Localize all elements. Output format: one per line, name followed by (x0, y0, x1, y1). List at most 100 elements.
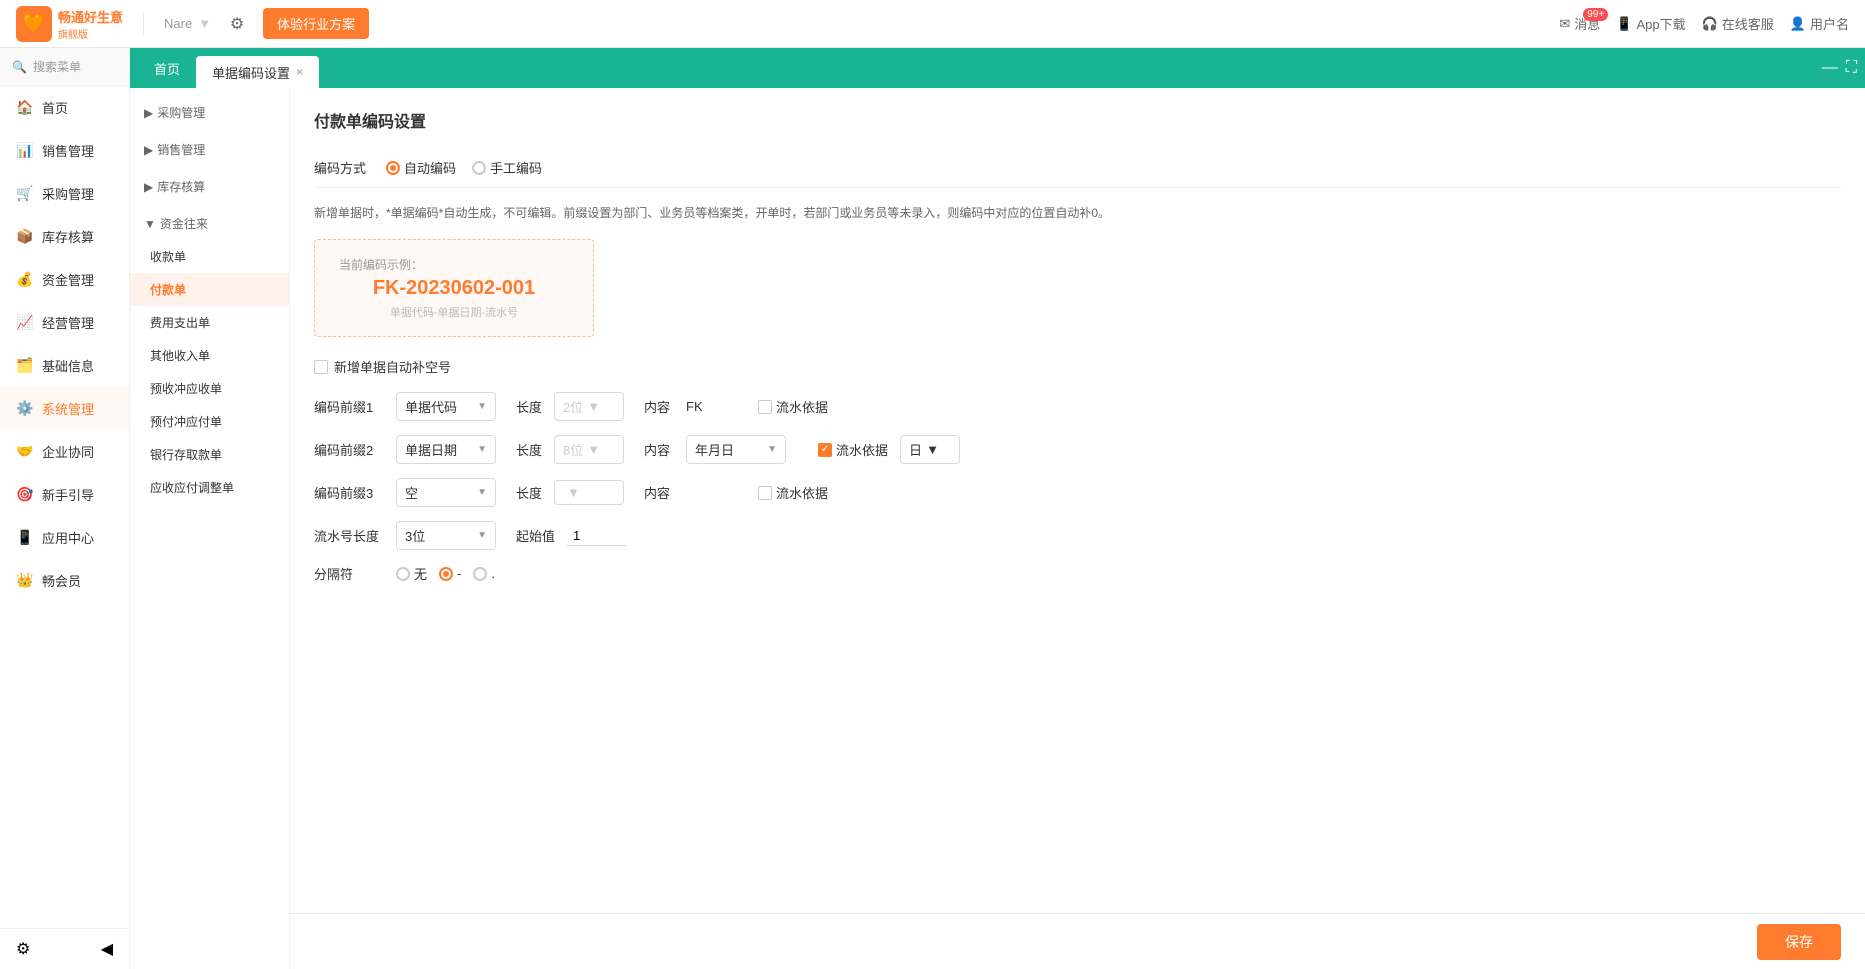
sidebar-item-finance[interactable]: 💰 资金管理 (0, 258, 129, 301)
sep-none[interactable]: 无 (396, 564, 427, 583)
purchase-icon: 🛒 (16, 185, 34, 203)
settings-icon[interactable]: ⚙ (223, 10, 251, 38)
sidebar-item-purchase[interactable]: 🛒 采购管理 (0, 172, 129, 215)
prefix3-select-value: 空 (405, 483, 418, 502)
sidebar-item-home[interactable]: 🏠 首页 (0, 86, 129, 129)
prefix1-label: 编码前缀1 (314, 397, 384, 416)
submenu-inventory-header[interactable]: ▶ 库存核算 (130, 170, 289, 203)
top-bar-left: 🧡 畅通好生意 旗舰版 Nare ▼ ⚙ 体验行业方案 (16, 6, 369, 42)
submenu-advance-receivable[interactable]: 预收冲应收单 (130, 372, 289, 405)
submenu-receivable-adjust[interactable]: 应收应付调整单 (130, 471, 289, 504)
info-text: 新增单据时，*单据编码*自动生成，不可编辑。前缀设置为部门、业务员等档案类，开单… (314, 204, 1841, 223)
prefix2-content-select[interactable]: 年月日 ▼ (686, 435, 786, 464)
sidebar-item-apps[interactable]: 📱 应用中心 (0, 516, 129, 559)
sidebar-label-purchase: 采购管理 (42, 184, 94, 203)
sidebar-label-guide: 新手引导 (42, 485, 94, 504)
sidebar-collapse-icon[interactable]: ◀ (101, 939, 113, 959)
submenu-purchase-header[interactable]: ▶ 采购管理 (130, 96, 289, 129)
separator-row: 分隔符 无 - . (314, 564, 1841, 583)
start-value-input[interactable] (567, 526, 627, 546)
submenu-payment[interactable]: 付款单 (130, 273, 289, 306)
brand-sub: 旗舰版 (58, 26, 123, 41)
prefix2-flow-checkbox[interactable]: ✓ (818, 443, 832, 457)
sep-dash-radio (439, 567, 453, 581)
submenu-sales-arrow: ▶ (144, 143, 153, 157)
sidebar-item-enterprise[interactable]: 🤝 企业协同 (0, 430, 129, 473)
submenu-capital-label: 资金往来 (160, 215, 208, 232)
sep-none-label: 无 (414, 564, 427, 583)
radio-manual-circle (472, 161, 486, 175)
tab-bar: 首页 单据编码设置 × — ⛶ (130, 48, 1865, 88)
message-badge: 99+ (1583, 8, 1608, 21)
online-service-button[interactable]: 🎧 在线客服 (1702, 14, 1774, 33)
prefix1-row: 编码前缀1 单据代码 ▼ 长度 2位 ▼ 内容 FK (314, 392, 1841, 421)
prefix2-length-value: 8位 (563, 440, 583, 459)
radio-manual[interactable]: 手工编码 (472, 158, 542, 177)
prefix3-length-select[interactable]: ▼ (554, 480, 624, 505)
prefix3-arrow-icon: ▼ (477, 487, 487, 498)
submenu-bank-deposit[interactable]: 银行存取款单 (130, 438, 289, 471)
submenu-receipt[interactable]: 收款单 (130, 240, 289, 273)
prefix1-flow-checkbox[interactable] (758, 400, 772, 414)
preview-box: 当前编码示例： FK-20230602-001 单据代码-单据日期-流水号 (314, 239, 594, 337)
prefix1-select[interactable]: 单据代码 ▼ (396, 392, 496, 421)
prefix2-length-arrow: ▼ (587, 442, 600, 457)
prefix2-flow-period-select[interactable]: 日 ▼ (900, 435, 960, 464)
save-bar: 保存 (290, 913, 1865, 969)
main-content: 付款单编码设置 编码方式 自动编码 手工编码 (290, 88, 1865, 913)
submenu-expense[interactable]: 费用支出单 (130, 306, 289, 339)
sidebar-item-guide[interactable]: 🎯 新手引导 (0, 473, 129, 516)
app-download-button[interactable]: 📱 App下载 (1616, 14, 1685, 33)
sidebar-settings-icon[interactable]: ⚙ (16, 939, 30, 959)
sidebar-label-basic: 基础信息 (42, 356, 94, 375)
guide-icon: 🎯 (16, 486, 34, 504)
top-divider (143, 12, 144, 36)
sidebar-item-member[interactable]: 👑 畅会员 (0, 559, 129, 602)
prefix1-content-value: FK (686, 399, 726, 414)
prefix2-arrow-icon: ▼ (477, 444, 487, 455)
sidebar-item-basic[interactable]: 🗂️ 基础信息 (0, 344, 129, 387)
submenu-sales-header[interactable]: ▶ 销售管理 (130, 133, 289, 166)
serial-select[interactable]: 3位 ▼ (396, 521, 496, 550)
experience-button[interactable]: 体验行业方案 (263, 8, 369, 39)
tab-encoding-label: 单据编码设置 (212, 63, 290, 82)
auto-fill-checkbox[interactable] (314, 360, 328, 374)
tab-home[interactable]: 首页 (138, 52, 196, 84)
sidebar-label-operations: 经营管理 (42, 313, 94, 332)
radio-auto[interactable]: 自动编码 (386, 158, 456, 177)
prefix3-flow-checkbox[interactable] (758, 486, 772, 500)
prefix1-length-select: 2位 ▼ (554, 392, 624, 421)
sidebar-item-system[interactable]: ⚙️ 系统管理 (0, 387, 129, 430)
prefix2-select[interactable]: 单据日期 ▼ (396, 435, 496, 464)
search-menu[interactable]: 🔍 搜索菜单 (0, 48, 129, 86)
breadcrumb: Nare ▼ (164, 16, 211, 31)
separator-label: 分隔符 (314, 564, 384, 583)
enterprise-icon: 🤝 (16, 443, 34, 461)
maximize-icon[interactable]: ⛶ (1846, 59, 1857, 77)
apps-icon: 📱 (16, 529, 34, 547)
prefix3-select[interactable]: 空 ▼ (396, 478, 496, 507)
prefix3-flow-label: 流水依据 (776, 483, 828, 502)
sidebar-item-operations[interactable]: 📈 经营管理 (0, 301, 129, 344)
radio-auto-label: 自动编码 (404, 158, 456, 177)
tab-encoding[interactable]: 单据编码设置 × (196, 56, 319, 88)
submenu-capital-header[interactable]: ▼ 资金往来 (130, 207, 289, 240)
prefix2-length-select: 8位 ▼ (554, 435, 624, 464)
sep-dash[interactable]: - (439, 566, 461, 581)
submenu-capital-group: ▼ 资金往来 收款单 付款单 费用支出单 其他收入单 预收冲应收单 预付冲应付单… (130, 207, 289, 504)
sep-none-radio (396, 567, 410, 581)
sidebar-item-sales[interactable]: 📊 销售管理 (0, 129, 129, 172)
tab-close-icon[interactable]: × (296, 65, 303, 79)
sep-dot[interactable]: . (473, 566, 495, 581)
sep-dot-radio (473, 567, 487, 581)
message-icon: ✉ (1559, 16, 1570, 32)
sidebar-item-inventory[interactable]: 📦 库存核算 (0, 215, 129, 258)
submenu-other-income[interactable]: 其他收入单 (130, 339, 289, 372)
submenu-advance-payable[interactable]: 预付冲应付单 (130, 405, 289, 438)
encoding-radio-group: 自动编码 手工编码 (386, 158, 542, 177)
save-button[interactable]: 保存 (1757, 924, 1841, 960)
submenu-sales-label: 销售管理 (157, 141, 205, 158)
user-avatar[interactable]: 👤 用户名 (1790, 14, 1849, 33)
minimize-icon[interactable]: — (1822, 59, 1838, 77)
message-button[interactable]: ✉ 消息 99+ (1559, 14, 1600, 33)
